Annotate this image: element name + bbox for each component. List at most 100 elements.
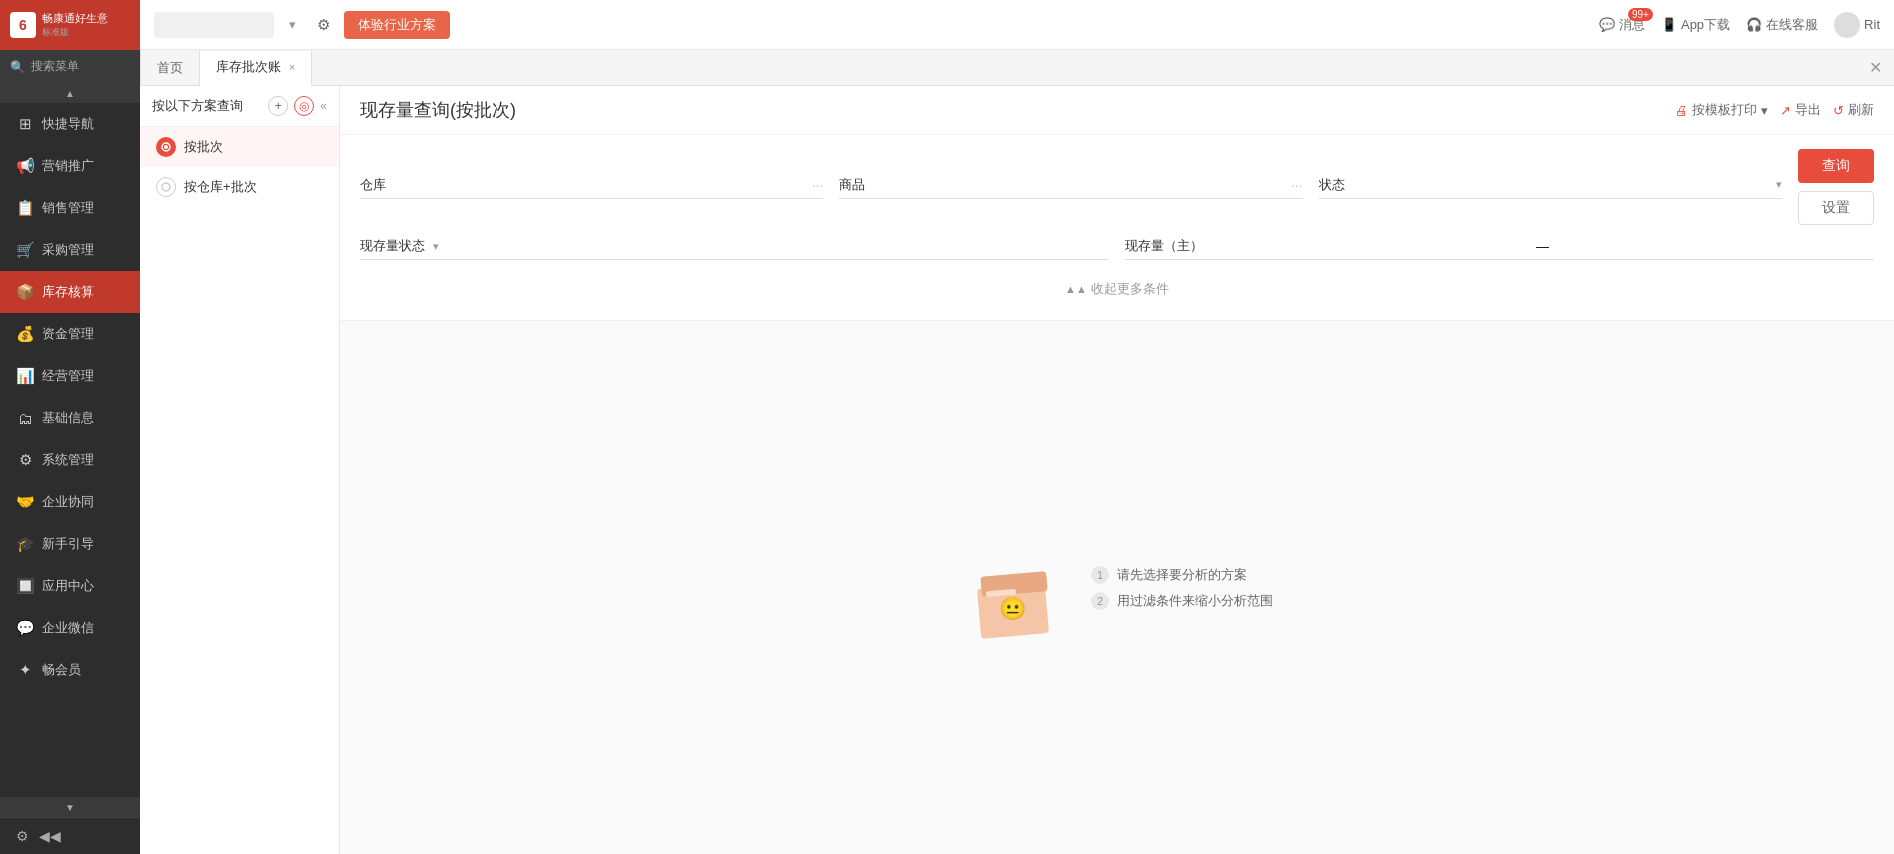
topbar-dropdown-btn[interactable]: ▾ [282, 15, 302, 35]
user-profile-btn[interactable]: Rit [1834, 12, 1880, 38]
stock-quantity-min[interactable] [1211, 239, 1528, 254]
sidebar-item-inventory[interactable]: 📦 库存核算 [0, 271, 140, 313]
quick-nav-icon: ⊞ [16, 115, 34, 133]
sidebar-item-system[interactable]: ⚙ 系统管理 [0, 439, 140, 481]
marketing-icon: 📢 [16, 157, 34, 175]
sidebar-item-member[interactable]: ✦ 畅会员 [0, 649, 140, 691]
settings-button[interactable]: 设置 [1798, 191, 1874, 225]
warehouse-dots[interactable]: ··· [812, 177, 824, 193]
empty-hints: 1 请先选择要分析的方案 2 用过滤条件来缩小分析范围 [1091, 562, 1273, 614]
hint-text-2: 用过滤条件来缩小分析范围 [1117, 588, 1273, 614]
panel-close-btn[interactable]: ✕ [1857, 58, 1894, 77]
basic-icon: 🗂 [16, 410, 34, 427]
scroll-down-btn[interactable]: ▼ [0, 797, 140, 817]
refresh-btn[interactable]: ↺ 刷新 [1833, 101, 1874, 119]
warehouse-label: 仓库 [360, 176, 386, 194]
tabbar: 首页 库存批次账 × ✕ [140, 50, 1894, 86]
settings-icon[interactable]: ⚙ [16, 828, 29, 844]
topbar-gear-btn[interactable]: ⚙ [310, 12, 336, 38]
app-logo: 6 [10, 12, 36, 38]
left-panel-actions: + ◎ « [268, 96, 327, 116]
print-btn[interactable]: 🖨 按模板打印 ▾ [1675, 101, 1768, 119]
status-filter[interactable]: 状态 ▾ [1319, 176, 1782, 199]
export-label: 导出 [1795, 101, 1821, 119]
message-icon: 💬 [1599, 17, 1615, 32]
sidebar-item-label: 企业协同 [42, 493, 94, 511]
plan-outline-icon [156, 177, 176, 197]
svg-point-1 [164, 145, 168, 149]
left-panel-header: 按以下方案查询 + ◎ « [140, 86, 339, 127]
home-tab-label: 首页 [157, 59, 183, 77]
sidebar-item-label: 库存核算 [42, 283, 94, 301]
sidebar-item-apps[interactable]: 🔲 应用中心 [0, 565, 140, 607]
page-actions: 🖨 按模板打印 ▾ ↗ 导出 ↺ 刷新 [1675, 101, 1874, 119]
online-service-btn[interactable]: 🎧 在线客服 [1746, 16, 1818, 34]
empty-state: 😐 1 请先选择要分析的方案 2 用过滤条件来缩小分析范围 [340, 321, 1894, 854]
app-download-btn[interactable]: 📱 App下载 [1661, 16, 1730, 34]
apps-icon: 🔲 [16, 577, 34, 595]
print-label: 按模板打印 [1692, 101, 1757, 119]
sidebar-item-label: 销售管理 [42, 199, 94, 217]
hint-text-1: 请先选择要分析的方案 [1117, 562, 1247, 588]
sidebar-search[interactable]: 🔍 搜索菜单 [0, 50, 140, 83]
product-dots[interactable]: ··· [1291, 177, 1303, 193]
sidebar-item-sales[interactable]: 📋 销售管理 [0, 187, 140, 229]
add-plan-btn[interactable]: + [268, 96, 288, 116]
plan-item-by-batch[interactable]: 按批次 [140, 127, 339, 167]
sidebar-item-collab[interactable]: 🤝 企业协同 [0, 481, 140, 523]
sidebar: 6 畅康通好生意 标准版 🔍 搜索菜单 ▲ ⊞ 快捷导航 📢 营销推广 📋 销售… [0, 0, 140, 854]
sidebar-item-wechat[interactable]: 💬 企业微信 [0, 607, 140, 649]
collapse-sidebar-icon[interactable]: ◀◀ [39, 828, 61, 844]
tab-close-btn[interactable]: × [289, 61, 295, 73]
query-button[interactable]: 查询 [1798, 149, 1874, 183]
sidebar-item-operations[interactable]: 📊 经营管理 [0, 355, 140, 397]
status-input[interactable] [1353, 177, 1768, 192]
page-title: 现存量查询(按批次) [360, 98, 516, 122]
hint-num-2: 2 [1091, 592, 1109, 610]
collapse-more-btn[interactable]: ▲▲ 收起更多条件 [360, 272, 1874, 306]
tab-home[interactable]: 首页 [140, 50, 200, 85]
stock-status-filter[interactable]: 现存量状态 ▾ [360, 237, 1109, 260]
sidebar-item-basic[interactable]: 🗂 基础信息 [0, 397, 140, 439]
content-area: 按以下方案查询 + ◎ « 按批次 [140, 86, 1894, 854]
svg-text:😐: 😐 [999, 595, 1027, 622]
plan-by-batch-label: 按批次 [184, 138, 223, 156]
sidebar-header: 6 畅康通好生意 标准版 [0, 0, 140, 50]
scroll-up-btn[interactable]: ▲ [0, 83, 140, 103]
hint-num-1: 1 [1091, 566, 1109, 584]
product-input[interactable] [873, 177, 1283, 192]
sidebar-item-label: 营销推广 [42, 157, 94, 175]
product-label: 商品 [839, 176, 865, 194]
filter-row-1: 仓库 ··· 商品 ··· 状态 ▾ 查询 [360, 149, 1874, 225]
plan-by-warehouse-batch-label: 按仓库+批次 [184, 178, 257, 196]
plan-settings-btn[interactable]: ◎ [294, 96, 314, 116]
inventory-icon: 📦 [16, 283, 34, 301]
collapse-left-panel-btn[interactable]: « [320, 99, 327, 113]
sidebar-item-purchase[interactable]: 🛒 采购管理 [0, 229, 140, 271]
warehouse-input[interactable] [394, 177, 804, 192]
main-area: ▾ ⚙ 体验行业方案 💬 消息 99+ 📱 App下载 🎧 在线客服 Rit [140, 0, 1894, 854]
user-name: Rit [1864, 17, 1880, 32]
sidebar-item-quick-nav[interactable]: ⊞ 快捷导航 [0, 103, 140, 145]
plan-item-by-warehouse-batch[interactable]: 按仓库+批次 [140, 167, 339, 207]
purchase-icon: 🛒 [16, 241, 34, 259]
trial-button[interactable]: 体验行业方案 [344, 11, 450, 39]
sidebar-item-marketing[interactable]: 📢 营销推广 [0, 145, 140, 187]
export-btn[interactable]: ↗ 导出 [1780, 101, 1821, 119]
sales-icon: 📋 [16, 199, 34, 217]
left-panel-title: 按以下方案查询 [152, 97, 243, 115]
user-avatar [1834, 12, 1860, 38]
warehouse-filter: 仓库 ··· [360, 176, 823, 199]
topbar-right: 💬 消息 99+ 📱 App下载 🎧 在线客服 Rit [1599, 12, 1880, 38]
tab-inventory-batch[interactable]: 库存批次账 × [200, 51, 312, 86]
stock-quantity-max[interactable] [1557, 239, 1874, 254]
sidebar-item-label: 经营管理 [42, 367, 94, 385]
sidebar-item-label: 系统管理 [42, 451, 94, 469]
messages-btn[interactable]: 💬 消息 99+ [1599, 16, 1645, 34]
online-service-label: 在线客服 [1766, 16, 1818, 34]
member-icon: ✦ [16, 661, 34, 679]
topbar-search-box [154, 12, 274, 38]
sidebar-item-guide[interactable]: 🎓 新手引导 [0, 523, 140, 565]
sidebar-item-finance[interactable]: 💰 资金管理 [0, 313, 140, 355]
sidebar-item-label: 快捷导航 [42, 115, 94, 133]
